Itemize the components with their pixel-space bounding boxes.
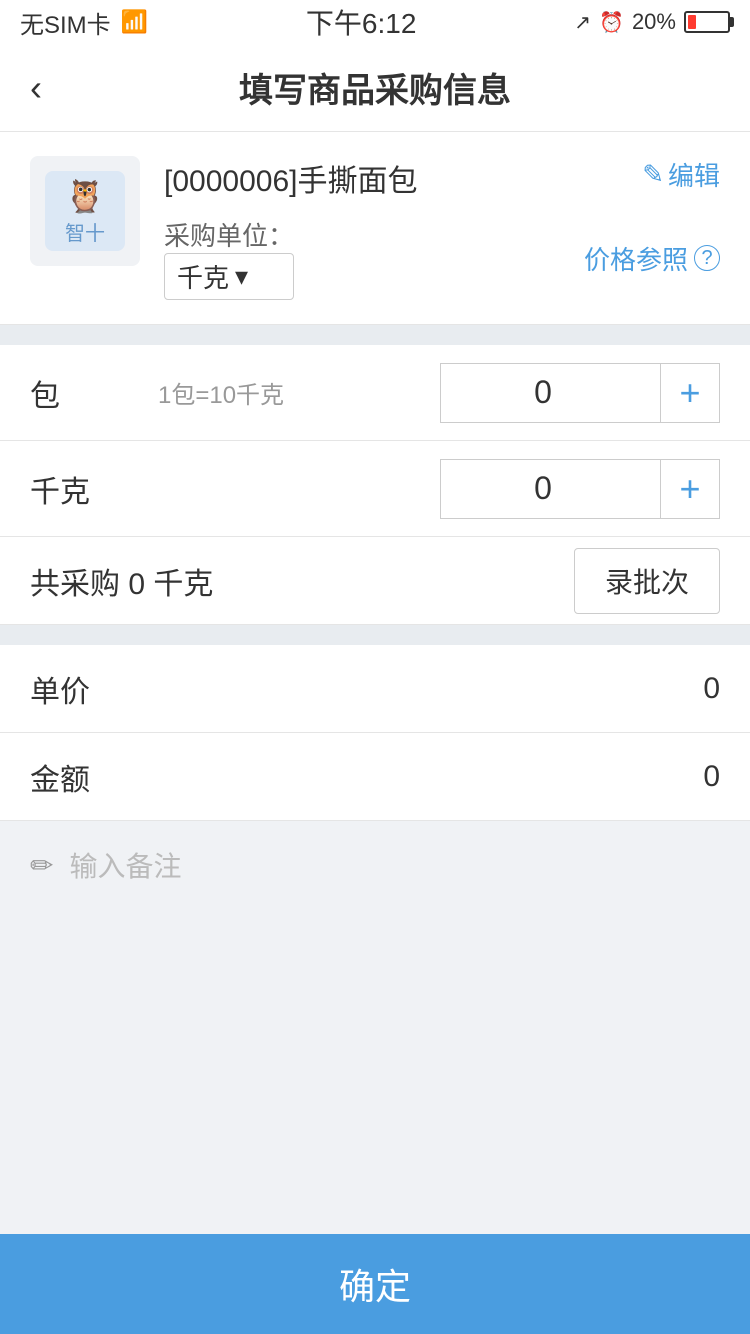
amount-label: 金额 <box>30 755 90 799</box>
product-unit-row: 采购单位： 千克 ▾ 价格参照 ? <box>164 216 720 300</box>
quantity-row-kg: 千克 + <box>0 441 750 537</box>
section-separator-2 <box>0 625 750 645</box>
quantity-section: 包 1包=10千克 + 千克 + <box>0 345 750 537</box>
product-card: 🦉 智十 [0000006]手撕面包 ✎ 编辑 采购单位： 千克 ▾ 价格参照 <box>0 132 750 325</box>
wifi-icon: 📶 <box>121 9 148 35</box>
help-icon: ? <box>694 245 720 271</box>
kg-label: 千克 <box>30 467 150 511</box>
kg-quantity-input[interactable] <box>440 459 660 519</box>
bao-plus-button[interactable]: + <box>660 363 720 423</box>
total-row: 共采购 0 千克 录批次 <box>0 537 750 625</box>
quantity-row-bao: 包 1包=10千克 + <box>0 345 750 441</box>
product-info: [0000006]手撕面包 ✎ 编辑 采购单位： 千克 ▾ 价格参照 ? <box>164 156 720 300</box>
bao-quantity-input[interactable] <box>440 363 660 423</box>
record-batch-button[interactable]: 录批次 <box>574 548 720 614</box>
location-icon: ↗ <box>574 10 591 35</box>
unit-label: 采购单位： <box>164 221 294 251</box>
product-name: [0000006]手撕面包 <box>164 156 417 200</box>
section-separator-1 <box>0 325 750 345</box>
nav-bar: ‹ 填写商品采购信息 <box>0 44 750 132</box>
pencil-icon: ✏ <box>30 849 53 882</box>
product-header: [0000006]手撕面包 ✎ 编辑 <box>164 156 720 200</box>
product-logo: 🦉 智十 <box>45 171 125 251</box>
battery-icon <box>684 11 730 33</box>
bao-sublabel: 1包=10千克 <box>158 375 284 410</box>
carrier-label: 无SIM卡 <box>20 5 111 40</box>
total-label: 共采购 0 千克 <box>30 559 213 603</box>
back-button[interactable]: ‹ <box>30 67 42 109</box>
status-right: ↗ ⏰ 20% <box>574 9 730 35</box>
kg-plus-button[interactable]: + <box>660 459 720 519</box>
edit-button[interactable]: ✎ 编辑 <box>642 156 720 193</box>
page-title: 填写商品采购信息 <box>239 63 511 112</box>
amount-row: 金额 0 <box>0 733 750 821</box>
owl-icon: 🦉 <box>65 177 105 215</box>
note-placeholder: 输入备注 <box>69 845 181 885</box>
logo-text: 智十 <box>65 217 105 246</box>
edit-icon: ✎ <box>642 159 664 190</box>
unit-price-row: 单价 0 <box>0 645 750 733</box>
empty-space <box>0 909 750 1209</box>
status-bar: 无SIM卡 📶 下午6:12 ↗ ⏰ 20% <box>0 0 750 44</box>
amount-value: 0 <box>703 760 720 794</box>
unit-price-value: 0 <box>703 672 720 706</box>
unit-selector-group: 采购单位： 千克 ▾ <box>164 216 294 300</box>
confirm-button[interactable]: 确定 <box>0 1234 750 1334</box>
price-section: 单价 0 金额 0 <box>0 645 750 821</box>
alarm-icon: ⏰ <box>599 10 624 35</box>
status-left: 无SIM卡 📶 <box>20 5 148 40</box>
unit-price-label: 单价 <box>30 667 90 711</box>
bao-label: 包 <box>30 371 150 415</box>
time-label: 下午6:12 <box>306 2 417 42</box>
battery-percent: 20% <box>632 9 676 35</box>
chevron-down-icon: ▾ <box>235 261 248 292</box>
note-section[interactable]: ✏ 输入备注 <box>0 821 750 909</box>
unit-select[interactable]: 千克 ▾ <box>164 253 294 300</box>
kg-quantity-controls: + <box>440 459 720 519</box>
bao-quantity-controls: + <box>440 363 720 423</box>
product-image: 🦉 智十 <box>30 156 140 266</box>
price-ref-button[interactable]: 价格参照 ? <box>584 240 720 277</box>
